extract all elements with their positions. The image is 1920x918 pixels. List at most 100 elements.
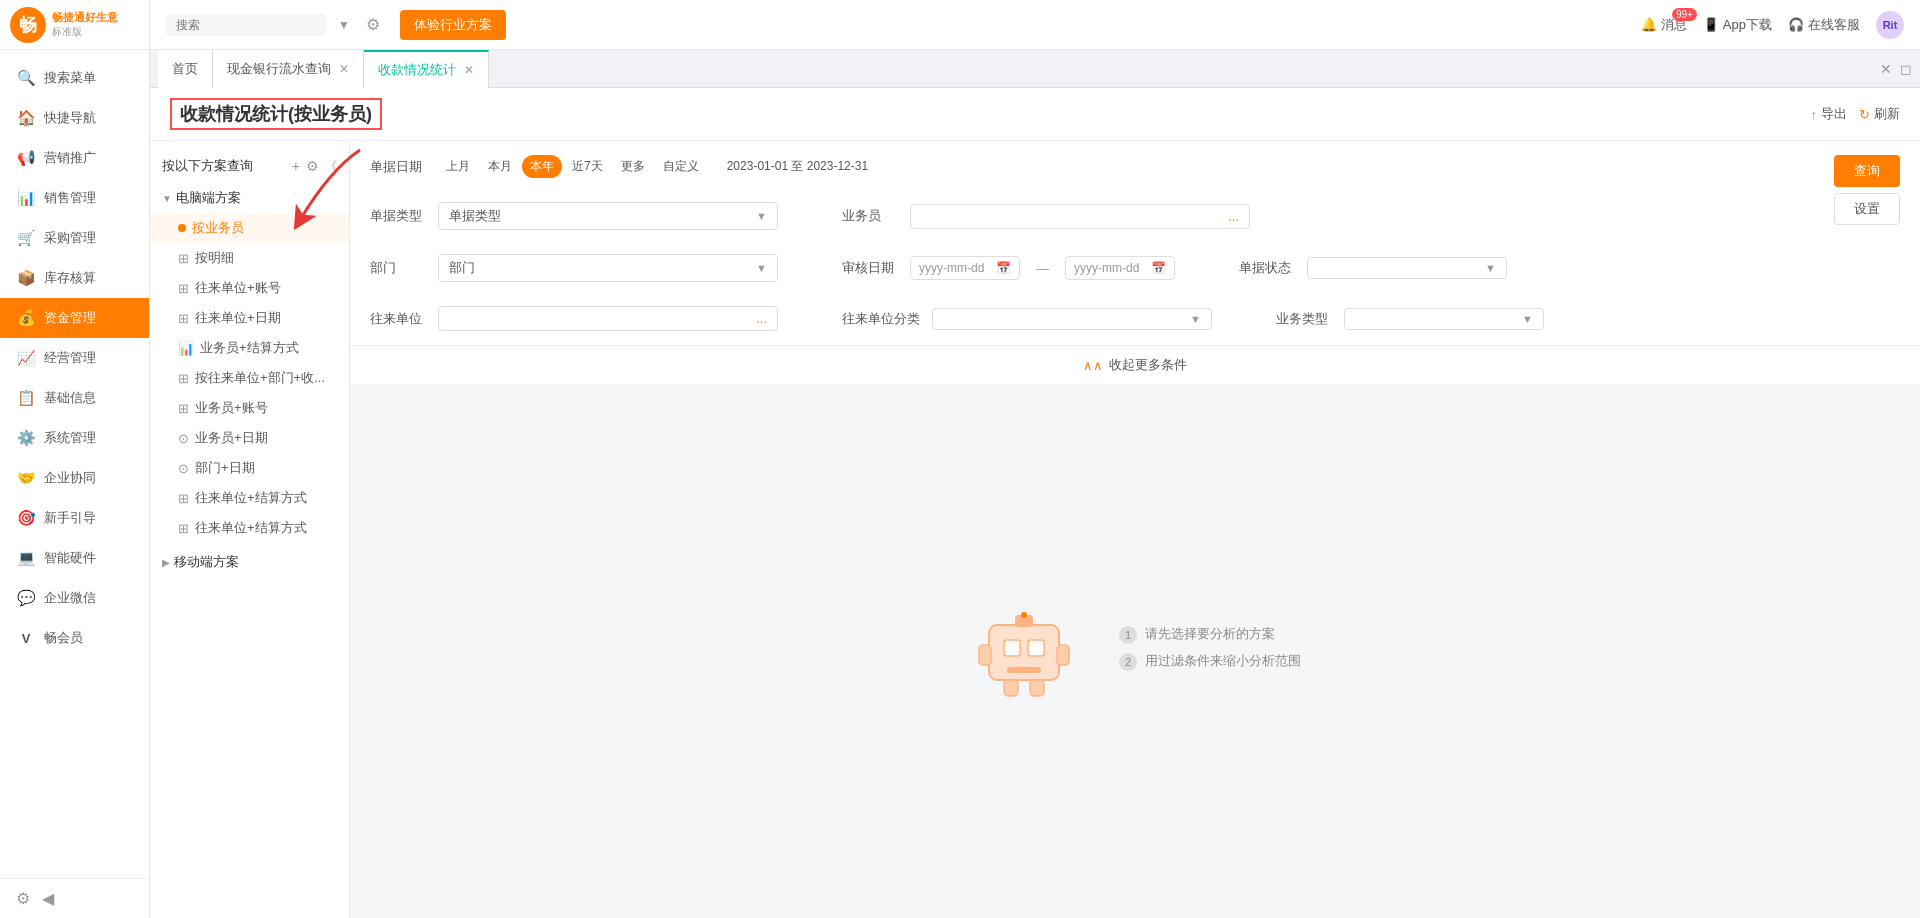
tree-item-salesperson-settle[interactable]: 📊 业务员+结算方式 xyxy=(150,333,349,363)
counter-more-icon[interactable]: ... xyxy=(756,311,767,326)
date-label: 单据日期 xyxy=(370,158,426,176)
panel-header: 按以下方案查询 + ⚙ 《 xyxy=(150,149,349,183)
sidebar-item-enterprise[interactable]: 🤝 企业协同 xyxy=(0,458,149,498)
date-tab-prev-month[interactable]: 上月 xyxy=(438,155,478,178)
tree-item-label: 业务员+账号 xyxy=(195,399,268,417)
salesperson-label: 业务员 xyxy=(842,207,898,225)
tree-item-counter-dept[interactable]: ⊞ 按往来单位+部门+收... xyxy=(150,363,349,393)
message-badge: 99+ xyxy=(1672,8,1697,21)
tree-item-dept-date[interactable]: ⊙ 部门+日期 xyxy=(150,453,349,483)
tree-section-desktop-header[interactable]: ▼ 电脑端方案 xyxy=(150,183,349,213)
topbar-dropdown-icon[interactable]: ▼ xyxy=(338,18,350,32)
tip-text-2: 用过滤条件来缩小分析范围 xyxy=(1145,652,1301,670)
sidebar-item-member[interactable]: V 畅会员 xyxy=(0,618,149,658)
calendar-icon: 📅 xyxy=(996,261,1011,275)
sidebar-item-system[interactable]: ⚙️ 系统管理 xyxy=(0,418,149,458)
doc-status-select[interactable]: ▼ xyxy=(1307,257,1507,279)
sidebar-item-search[interactable]: 🔍 搜索菜单 xyxy=(0,58,149,98)
filter-row-doctype: 单据类型 单据类型 ▼ 业务员 ... xyxy=(370,202,1818,230)
counter-select[interactable]: ... xyxy=(438,306,778,331)
topbar-search-input[interactable] xyxy=(166,14,326,36)
date-tab-more[interactable]: 更多 xyxy=(613,155,653,178)
settings-button[interactable]: 设置 xyxy=(1834,193,1900,225)
tree-item-by-salesperson[interactable]: 按业务员 xyxy=(150,213,349,243)
topbar-gear-icon[interactable]: ⚙ xyxy=(366,15,380,34)
tree-item-salesperson-account[interactable]: ⊞ 业务员+账号 xyxy=(150,393,349,423)
user-avatar[interactable]: Rit xyxy=(1876,11,1904,39)
sidebar-item-label: 资金管理 xyxy=(44,309,96,327)
sidebar-item-finance[interactable]: 💰 资金管理 xyxy=(0,298,149,338)
empty-tip-2: 2 用过滤条件来缩小分析范围 xyxy=(1119,652,1301,671)
app-download-label: App下载 xyxy=(1723,16,1772,34)
sidebar-item-wechat[interactable]: 💬 企业微信 xyxy=(0,578,149,618)
tree-item-by-detail[interactable]: ⊞ 按明细 xyxy=(150,243,349,273)
tab-home[interactable]: 首页 xyxy=(158,50,213,88)
tree-item-counter-settle1[interactable]: ⊞ 往来单位+结算方式 xyxy=(150,483,349,513)
sidebar-item-quick-nav[interactable]: 🏠 快捷导航 xyxy=(0,98,149,138)
counter-class-select[interactable]: ▼ xyxy=(932,308,1212,330)
sidebar-item-hardware[interactable]: 💻 智能硬件 xyxy=(0,538,149,578)
basic-icon: 📋 xyxy=(16,388,36,408)
date-tab-this-year[interactable]: 本年 xyxy=(522,155,562,178)
query-button[interactable]: 查询 xyxy=(1834,155,1900,187)
tree-arrow-desktop: ▼ xyxy=(162,193,172,204)
topbar: ▼ ⚙ 体验行业方案 🔔 消息 99+ 📱 App下载 🎧 在线客服 Rit xyxy=(150,0,1920,50)
biz-type-select[interactable]: ▼ xyxy=(1344,308,1544,330)
panel-add-icon[interactable]: + xyxy=(292,158,300,175)
circle-icon-2: ⊙ xyxy=(178,461,189,476)
review-date-end-input[interactable]: yyyy-mm-dd 📅 xyxy=(1065,256,1175,280)
grid-icon-7: ⊞ xyxy=(178,521,189,536)
panel-header-actions: + ⚙ 《 xyxy=(292,158,337,175)
sidebar-item-basic[interactable]: 📋 基础信息 xyxy=(0,378,149,418)
date-tab-custom[interactable]: 自定义 xyxy=(655,155,707,178)
tab-bank-flow[interactable]: 现金银行流水查询 ✕ xyxy=(213,50,364,88)
svg-rect-7 xyxy=(1057,645,1069,665)
panel-collapse-icon[interactable]: 《 xyxy=(325,158,337,175)
collapse-sidebar-icon[interactable]: ◀ xyxy=(42,889,54,908)
settings-bottom-icon[interactable]: ⚙ xyxy=(16,889,30,908)
filter-btn-group: 查询 设置 xyxy=(1834,155,1900,225)
tree-section-mobile-header[interactable]: ▶ 移动端方案 xyxy=(150,547,349,577)
sidebar-item-guide[interactable]: 🎯 新手引导 xyxy=(0,498,149,538)
tree-section-desktop-label: 电脑端方案 xyxy=(176,189,241,207)
date-tab-last7days[interactable]: 近7天 xyxy=(564,155,611,178)
review-date-start-input[interactable]: yyyy-mm-dd 📅 xyxy=(910,256,1020,280)
hardware-icon: 💻 xyxy=(16,548,36,568)
sidebar-item-marketing[interactable]: 📢 营销推广 xyxy=(0,138,149,178)
tab-bank-flow-close[interactable]: ✕ xyxy=(339,62,349,76)
refresh-btn[interactable]: ↻ 刷新 xyxy=(1859,105,1900,123)
sidebar-item-inventory[interactable]: 📦 库存核算 xyxy=(0,258,149,298)
collapse-bar[interactable]: ∧∧ 收起更多条件 xyxy=(350,346,1920,385)
tab-collection-stats-close[interactable]: ✕ xyxy=(464,63,474,77)
sidebar-item-operations[interactable]: 📈 经营管理 xyxy=(0,338,149,378)
sidebar-item-label: 畅会员 xyxy=(44,629,83,647)
app-download-btn[interactable]: 📱 App下载 xyxy=(1703,16,1772,34)
doc-type-select[interactable]: 单据类型 ▼ xyxy=(438,202,778,230)
sidebar-item-sales[interactable]: 📊 销售管理 xyxy=(0,178,149,218)
empty-state-icon xyxy=(969,595,1079,708)
dept-select[interactable]: 部门 ▼ xyxy=(438,254,778,282)
online-service-btn[interactable]: 🎧 在线客服 xyxy=(1788,16,1860,34)
sidebar-item-purchase[interactable]: 🛒 采购管理 xyxy=(0,218,149,258)
filter-row-date: 单据日期 上月 本月 本年 近7天 更多 自定义 2023-01-01 至 20… xyxy=(370,155,1818,178)
tab-collection-stats[interactable]: 收款情况统计 ✕ xyxy=(364,50,489,88)
date-range-display: 2023-01-01 至 2023-12-31 xyxy=(727,158,868,175)
salesperson-more-icon[interactable]: ... xyxy=(1228,209,1239,224)
export-btn[interactable]: ↑ 导出 xyxy=(1811,105,1848,123)
tree-item-salesperson-date[interactable]: ⊙ 业务员+日期 xyxy=(150,423,349,453)
message-btn[interactable]: 🔔 消息 99+ xyxy=(1641,16,1687,34)
tree-item-counter-settle2[interactable]: ⊞ 往来单位+结算方式 xyxy=(150,513,349,543)
date-tab-this-month[interactable]: 本月 xyxy=(480,155,520,178)
counter-class-label: 往来单位分类 xyxy=(842,310,920,328)
tab-restore-icon[interactable]: ◻ xyxy=(1900,61,1912,77)
salesperson-select[interactable]: ... xyxy=(910,204,1250,229)
sidebar-nav: 🔍 搜索菜单 🏠 快捷导航 📢 营销推广 📊 销售管理 🛒 采购管理 📦 库存核… xyxy=(0,50,149,878)
doc-type-placeholder: 单据类型 xyxy=(449,207,501,225)
sidebar: 畅 畅捷通好生意 标准版 🔍 搜索菜单 🏠 快捷导航 📢 营销推广 📊 销售管理… xyxy=(0,0,150,918)
trial-btn[interactable]: 体验行业方案 xyxy=(400,10,506,40)
tab-close-all-icon[interactable]: ✕ xyxy=(1880,61,1892,77)
tree-item-counter-date[interactable]: ⊞ 往来单位+日期 xyxy=(150,303,349,333)
panel-settings-icon[interactable]: ⚙ xyxy=(306,158,319,175)
grid-icon: ⊞ xyxy=(178,251,189,266)
tree-item-counter-account[interactable]: ⊞ 往来单位+账号 xyxy=(150,273,349,303)
